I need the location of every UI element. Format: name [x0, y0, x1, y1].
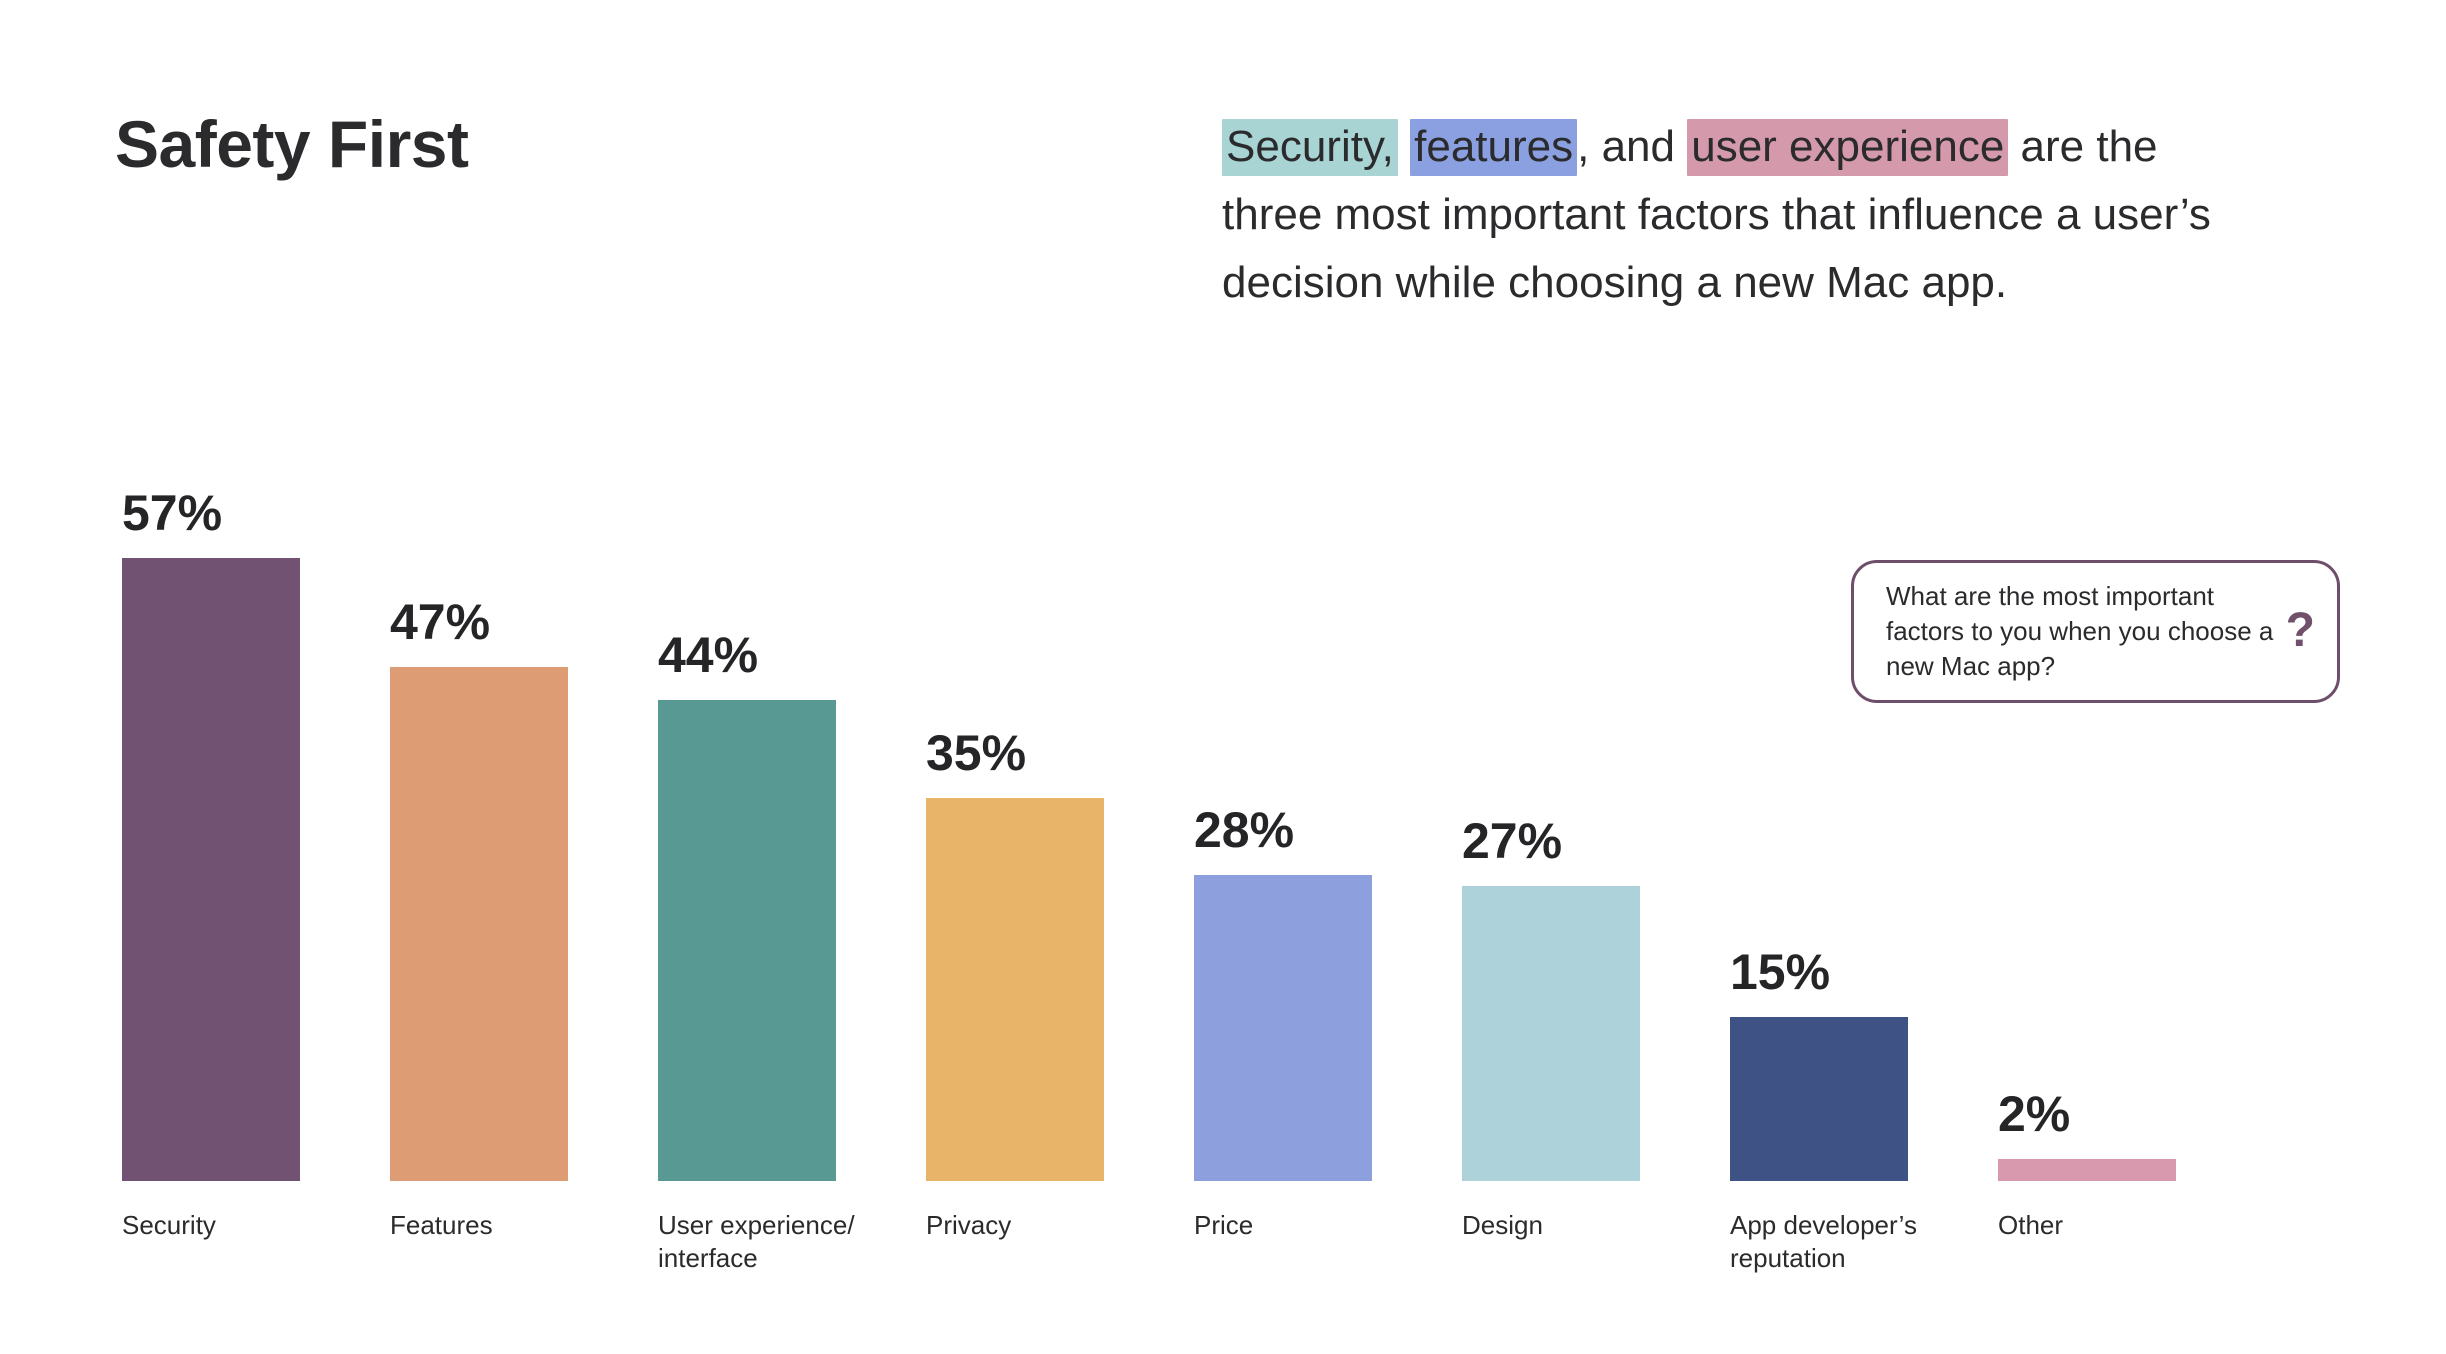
- bar-category-label-line: interface: [658, 1243, 758, 1273]
- bar-category-label: Design: [1462, 1209, 1722, 1242]
- bar-category-label: Other: [1998, 1209, 2258, 1242]
- bar-category-label-line: App developer’s: [1730, 1210, 1917, 1240]
- bar-rect[interactable]: [1462, 886, 1640, 1181]
- bar-rect[interactable]: [1998, 1159, 2176, 1181]
- bar-category-label-line: Price: [1194, 1210, 1254, 1240]
- bar-rect[interactable]: [1194, 875, 1372, 1181]
- bar-category-label: Price: [1194, 1209, 1454, 1242]
- bar-category-label-line: Security: [122, 1210, 216, 1240]
- bar-value-label: 47%: [390, 594, 491, 650]
- bar-category-label-line: Other: [1998, 1210, 2064, 1240]
- bar-group: 47%: [390, 597, 568, 1181]
- bar-value-label: 2%: [1998, 1086, 2071, 1142]
- bar-chart: 57% Security 47% Features 44% User experience…: [0, 0, 2446, 1354]
- bar-category-label-line: Design: [1462, 1210, 1543, 1240]
- bar-rect[interactable]: [658, 700, 836, 1181]
- bar-group: 28%: [1194, 805, 1372, 1181]
- bar-group: 35%: [926, 728, 1104, 1181]
- bar-rect[interactable]: [390, 667, 568, 1181]
- bar-category-label: App developer’s reputation: [1730, 1209, 1990, 1275]
- bar-value-label: 27%: [1462, 813, 1563, 869]
- bar-value-label: 28%: [1194, 802, 1295, 858]
- bar-value-label: 35%: [926, 725, 1027, 781]
- bar-rect[interactable]: [926, 798, 1104, 1181]
- bar-group: 15%: [1730, 947, 1908, 1181]
- bar-value-label: 57%: [122, 485, 223, 541]
- bar-category-label: User experience/interface: [658, 1209, 918, 1275]
- bar-value-label: 44%: [658, 627, 759, 683]
- bar-category-label: Features: [390, 1209, 650, 1242]
- bar-category-label-line: Features: [390, 1210, 493, 1240]
- bar-category-label: Privacy: [926, 1209, 1186, 1242]
- bar-category-label-line: Privacy: [926, 1210, 1012, 1240]
- bar-group: 44%: [658, 630, 836, 1181]
- bar-group: 27%: [1462, 816, 1640, 1181]
- bar-category-label: Security: [122, 1209, 382, 1242]
- bar-group: 57%: [122, 488, 300, 1181]
- bar-value-label: 15%: [1730, 944, 1831, 1000]
- bar-category-label-line: reputation: [1730, 1243, 1846, 1273]
- bar-rect[interactable]: [1730, 1017, 1908, 1181]
- bar-rect[interactable]: [122, 558, 300, 1181]
- bar-category-label-line: User experience/: [658, 1210, 855, 1240]
- bar-group: 2%: [1998, 1089, 2176, 1181]
